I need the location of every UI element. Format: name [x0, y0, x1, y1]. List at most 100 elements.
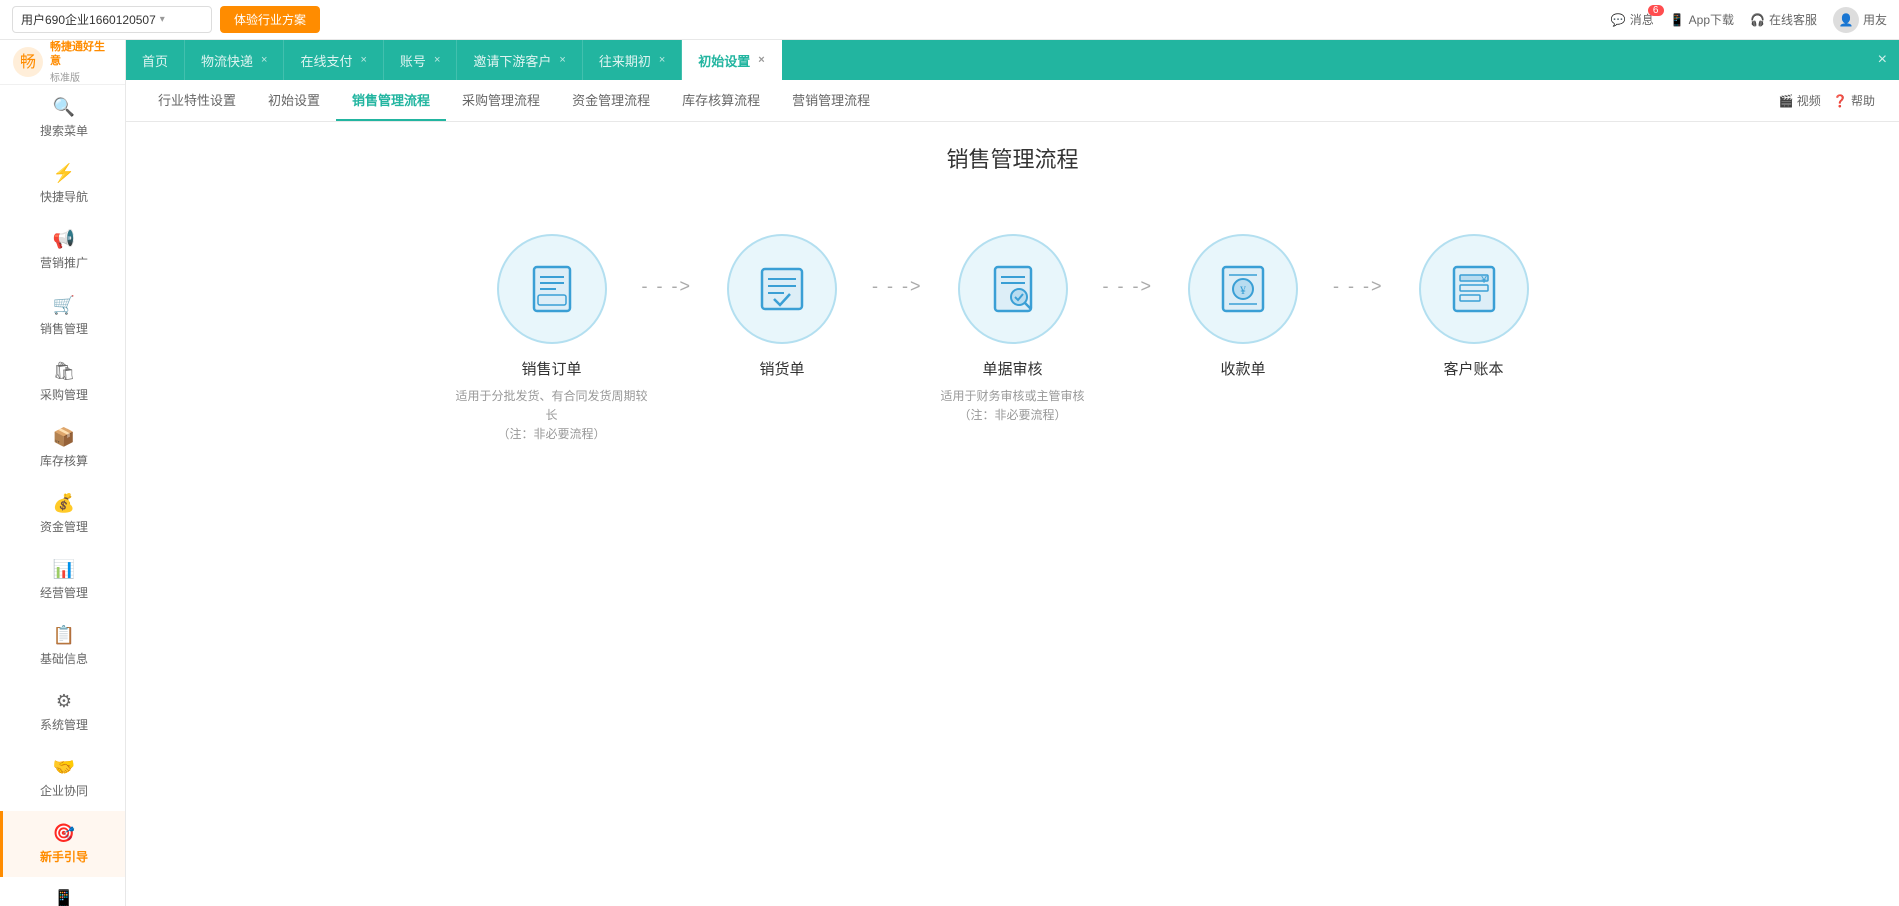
search-icon: 🔍 — [53, 97, 75, 118]
sidebar-item-purchase[interactable]: 🛍 采购管理 — [0, 349, 125, 415]
flow-label-sales-order: 销售订单 — [521, 358, 581, 379]
nav-tab-close-period[interactable]: × — [659, 54, 665, 66]
flow-step-delivery[interactable]: 销货单 — [682, 234, 882, 387]
sales-icon: 🛒 — [53, 295, 75, 316]
logo-main-text: 畅捷通好生意 — [50, 40, 113, 69]
sub-tab-label-sales-flow: 销售管理流程 — [352, 90, 430, 109]
sidebar-label-search: 搜索菜单 — [40, 122, 88, 139]
flow-desc-audit: 适用于财务审核或主管审核 （注：非必要流程） — [940, 387, 1084, 425]
main-layout: 畅 畅捷通好生意 标准版 🔍 搜索菜单 ⚡ 快捷导航 📢 营销推广 🛒 销售管理… — [0, 40, 1899, 906]
operations-icon: 📊 — [53, 559, 75, 580]
nav-tab-invite[interactable]: 邀请下游客户× — [457, 40, 582, 80]
marketing-promo-icon: 📢 — [53, 229, 75, 250]
top-bar-left: 用户690企业1660120507 ▾ 体验行业方案 — [12, 6, 320, 33]
sidebar-label-base-info: 基础信息 — [40, 650, 88, 667]
enterprise-collab-icon: 🤝 — [53, 757, 75, 778]
flow-step-sales-order[interactable]: 销售订单适用于分批发货、有合同发货周期较长 （注：非必要流程） — [452, 234, 652, 445]
avatar: 👤 — [1833, 7, 1859, 33]
inventory-icon: 📦 — [53, 427, 75, 448]
nav-tab-close-payment[interactable]: × — [360, 54, 366, 66]
user-name-label: 用友 — [1863, 11, 1887, 28]
online-service-label: 在线客服 — [1769, 11, 1817, 28]
purchase-icon: 🛍 — [53, 361, 76, 382]
sub-tab-label-init-settings: 初始设置 — [268, 90, 320, 109]
nav-tab-label-logistics: 物流快递 — [201, 51, 253, 70]
sub-tab-init-settings[interactable]: 初始设置 — [252, 80, 336, 121]
sidebar-item-marketing-promo[interactable]: 📢 营销推广 — [0, 217, 125, 283]
nav-tab-label-home: 首页 — [142, 51, 168, 70]
help-link[interactable]: ❓ 帮助 — [1833, 92, 1875, 109]
nav-tab-label-period: 往来期初 — [599, 51, 651, 70]
nav-tab-account[interactable]: 账号 × — [384, 40, 457, 80]
page-main: 销售管理流程 销售订单适用于分批发货、有合同发货周期较长 （注：非必要流程）- … — [126, 122, 1899, 906]
sidebar: 畅 畅捷通好生意 标准版 🔍 搜索菜单 ⚡ 快捷导航 📢 营销推广 🛒 销售管理… — [0, 40, 126, 906]
flow-circle-customer-account: ¥ — [1419, 234, 1529, 344]
sidebar-item-finance[interactable]: 💰 资金管理 — [0, 481, 125, 547]
sidebar-item-base-info[interactable]: 📋 基础信息 — [0, 613, 125, 679]
sidebar-label-enterprise-collab: 企业协同 — [40, 782, 88, 799]
nav-close-all[interactable]: × — [1866, 40, 1899, 80]
svg-text:¥: ¥ — [1480, 275, 1487, 286]
sidebar-item-system[interactable]: ⚙ 系统管理 — [0, 679, 125, 745]
nav-tab-close-account[interactable]: × — [434, 54, 440, 66]
sidebar-label-finance: 资金管理 — [40, 518, 88, 535]
messages-item[interactable]: 💬 消息 6 — [1611, 11, 1654, 28]
nav-tab-label-account: 账号 — [400, 51, 426, 70]
svg-text:¥: ¥ — [1240, 283, 1246, 297]
sub-tab-marketing-flow[interactable]: 营销管理流程 — [776, 80, 886, 121]
flow-step-receipt[interactable]: ¥ 收款单 — [1143, 234, 1343, 387]
svg-text:畅: 畅 — [20, 53, 36, 71]
sidebar-item-enterprise-collab[interactable]: 🤝 企业协同 — [0, 745, 125, 811]
app-center-icon: 📱 — [53, 889, 75, 906]
page-title: 销售管理流程 — [166, 142, 1859, 174]
flow-label-audit: 单据审核 — [982, 358, 1042, 379]
app-download-icon: 📱 — [1670, 13, 1685, 27]
nav-tab-init[interactable]: 初始设置× — [682, 40, 781, 80]
content-area: 首页物流快递×在线支付×账号×邀请下游客户×往来期初×初始设置×× 行业特性设置… — [126, 40, 1899, 906]
sidebar-item-operations[interactable]: 📊 经营管理 — [0, 547, 125, 613]
flow-step-customer-account[interactable]: ¥ 客户账本 — [1374, 234, 1574, 387]
top-bar-right: 💬 消息 6 📱 App下载 🎧 在线客服 👤 用友 — [1611, 7, 1887, 33]
sidebar-label-newbie: 新手引导 — [40, 848, 88, 865]
sub-tab-sales-flow[interactable]: 销售管理流程 — [336, 80, 446, 121]
nav-tab-close-logistics[interactable]: × — [261, 54, 267, 66]
sidebar-label-quick: 快捷导航 — [40, 188, 88, 205]
sidebar-item-inventory[interactable]: 📦 库存核算 — [0, 415, 125, 481]
sidebar-item-newbie[interactable]: 🎯 新手引导 — [0, 811, 125, 877]
sidebar-item-quick[interactable]: ⚡ 快捷导航 — [0, 151, 125, 217]
flow-diagram: 销售订单适用于分批发货、有合同发货周期较长 （注：非必要流程）- - -> 销货… — [166, 214, 1859, 465]
system-icon: ⚙ — [56, 691, 72, 712]
video-link[interactable]: 🎬 视频 — [1778, 92, 1820, 109]
nav-tab-payment[interactable]: 在线支付 × — [284, 40, 383, 80]
nav-tab-period[interactable]: 往来期初 × — [583, 40, 682, 80]
sub-tab-purchase-flow[interactable]: 采购管理流程 — [446, 80, 556, 121]
page-title-row: 销售管理流程 — [166, 142, 1859, 174]
sub-tab-label-marketing-flow: 营销管理流程 — [792, 90, 870, 109]
user-select[interactable]: 用户690企业1660120507 ▾ — [12, 6, 212, 33]
sub-tab-industry[interactable]: 行业特性设置 — [142, 80, 252, 121]
sidebar-label-system: 系统管理 — [40, 716, 88, 733]
nav-tab-close-invite[interactable]: × — [559, 54, 565, 66]
nav-tab-home[interactable]: 首页 — [126, 40, 185, 80]
sidebar-item-search[interactable]: 🔍 搜索菜单 — [0, 85, 125, 151]
message-icon: 💬 — [1611, 13, 1626, 27]
flow-circle-receipt: ¥ — [1188, 234, 1298, 344]
user-profile-item[interactable]: 👤 用友 — [1833, 7, 1887, 33]
flow-label-receipt: 收款单 — [1220, 358, 1265, 379]
nav-tab-label-payment: 在线支付 — [300, 51, 352, 70]
newbie-icon: 🎯 — [53, 823, 75, 844]
sidebar-label-inventory: 库存核算 — [40, 452, 88, 469]
nav-tab-close-init[interactable]: × — [758, 54, 764, 66]
nav-tab-logistics[interactable]: 物流快递 × — [185, 40, 284, 80]
sub-tab-finance-flow[interactable]: 资金管理流程 — [556, 80, 666, 121]
flow-label-delivery: 销货单 — [759, 358, 804, 379]
sidebar-label-sales: 销售管理 — [40, 320, 88, 337]
online-service-item[interactable]: 🎧 在线客服 — [1750, 11, 1817, 28]
logo-text-block: 畅捷通好生意 标准版 — [50, 40, 113, 84]
sidebar-item-app-center[interactable]: 📱 应用中心 — [0, 877, 125, 906]
flow-step-audit[interactable]: 单据审核适用于财务审核或主管审核 （注：非必要流程） — [913, 234, 1113, 425]
experience-button[interactable]: 体验行业方案 — [220, 6, 320, 33]
sidebar-item-sales[interactable]: 🛒 销售管理 — [0, 283, 125, 349]
app-download-item[interactable]: 📱 App下载 — [1670, 11, 1734, 28]
sub-tab-inventory-calc[interactable]: 库存核算流程 — [666, 80, 776, 121]
